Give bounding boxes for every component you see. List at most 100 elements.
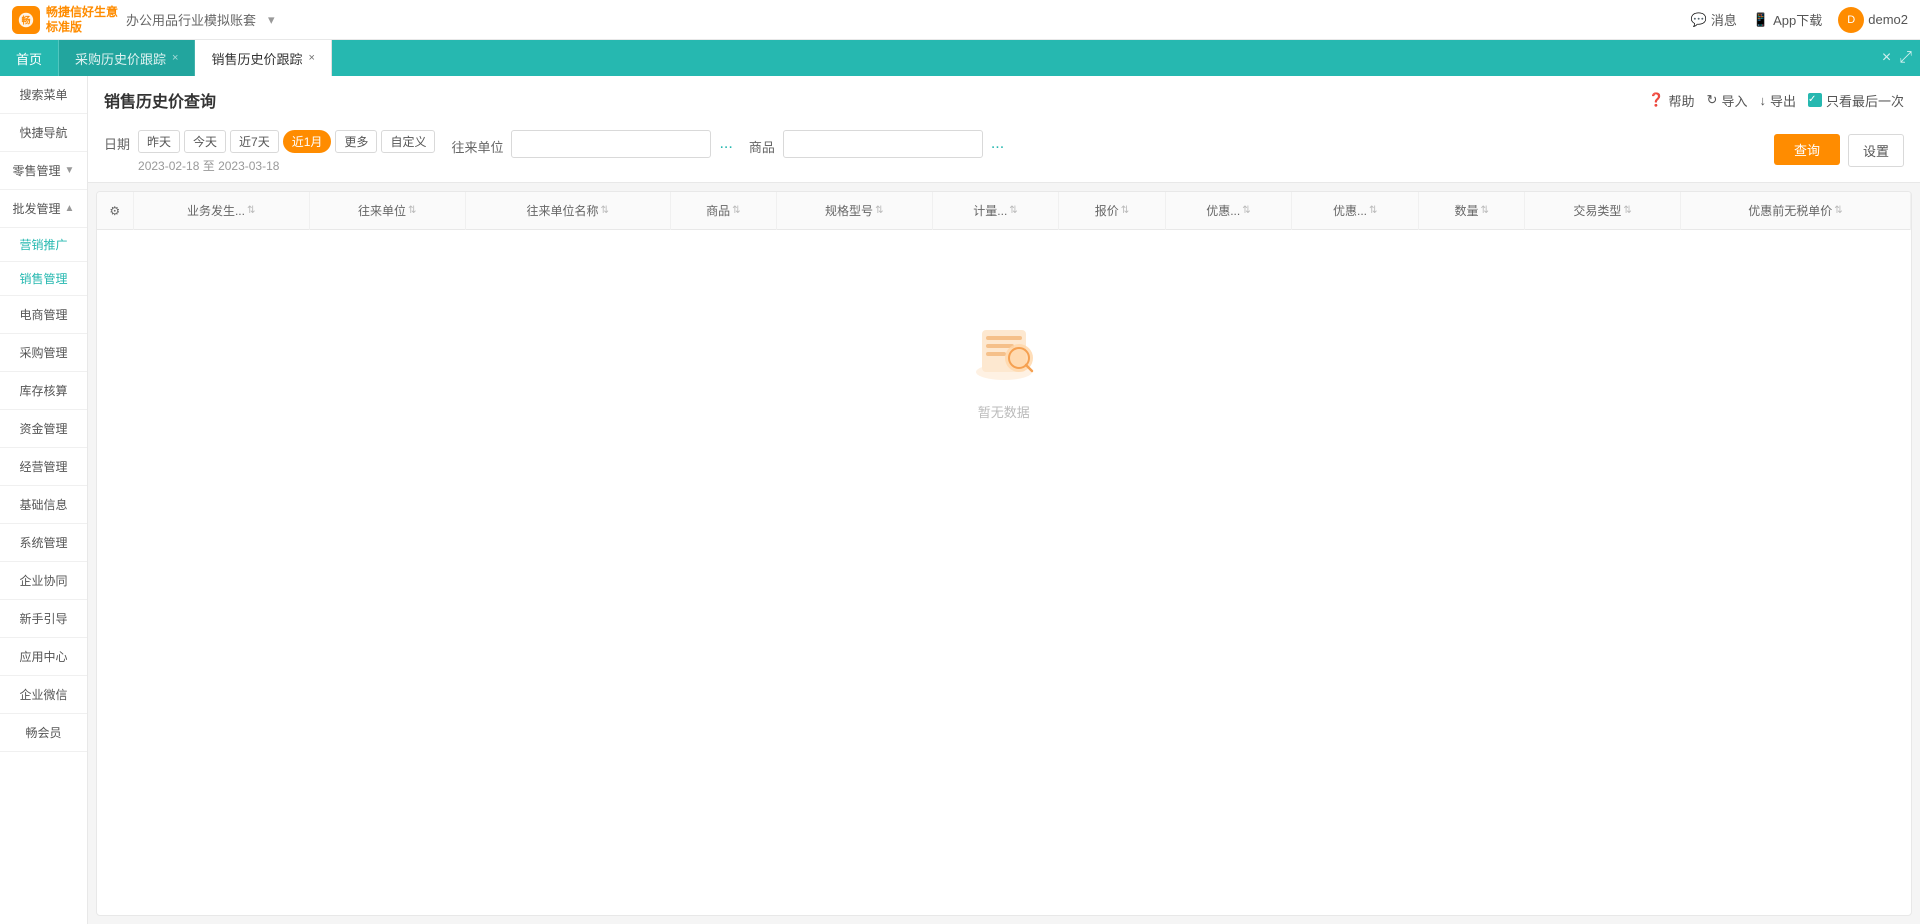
logo-icon: 畅: [12, 6, 40, 34]
sidebar-item-new-guide[interactable]: 新手引导: [0, 600, 87, 638]
th-quote[interactable]: 报价 ⇅: [1059, 192, 1165, 230]
th-unit[interactable]: 计量... ⇅: [932, 192, 1059, 230]
tab-close-sales[interactable]: ×: [308, 52, 314, 64]
tab-close-all-icon[interactable]: ×: [1882, 49, 1891, 67]
goods-filter-group: 商品 ...: [749, 130, 1004, 158]
date-1month[interactable]: 近1月: [283, 130, 332, 153]
date-buttons: 昨天 今天 近7天 近1月 更多 自定义: [138, 130, 435, 153]
sort-icon-discount1: ⇅: [1242, 205, 1250, 216]
tab-sales-history[interactable]: 销售历史价跟踪 ×: [195, 40, 331, 76]
tab-close-purchase[interactable]: ×: [172, 52, 178, 64]
sort-icon-biz-date: ⇅: [247, 205, 255, 216]
empty-row: 暂无数据: [97, 230, 1911, 502]
app-download-button[interactable]: 📱 App下载: [1753, 10, 1822, 29]
partner-label: 往来单位: [451, 133, 503, 156]
user-menu[interactable]: D demo2: [1838, 7, 1908, 33]
sidebar-item-member[interactable]: 畅会员: [0, 714, 87, 752]
top-bar-right: 💬 消息 📱 App下载 D demo2: [1691, 7, 1908, 33]
sidebar-item-ecommerce[interactable]: 电商管理: [0, 296, 87, 334]
page-header: 销售历史价查询 ❓ 帮助 ↻ 导入 ↓ 导出 ✓: [88, 76, 1920, 183]
export-button[interactable]: ↓ 导出: [1759, 91, 1796, 110]
only-last-toggle[interactable]: ✓ 只看最后一次: [1808, 91, 1904, 110]
partner-input[interactable]: [511, 130, 711, 158]
sidebar: 搜索菜单 快捷导航 零售管理 ▼ 批发管理 ▲ 营销推广 销售管理 电商管理 采…: [0, 76, 88, 924]
settings-button[interactable]: 设置: [1848, 134, 1904, 167]
search-menu-label: 搜索菜单: [19, 86, 67, 103]
th-partner-name[interactable]: 往来单位名称 ⇅: [465, 192, 670, 230]
app-title: 办公用品行业模拟账套: [126, 10, 256, 29]
th-partner[interactable]: 往来单位 ⇅: [309, 192, 465, 230]
th-gear[interactable]: ⚙: [97, 192, 133, 230]
sidebar-item-wholesale-mgmt[interactable]: 批发管理 ▲: [0, 190, 87, 228]
date-custom[interactable]: 自定义: [381, 130, 435, 153]
th-goods[interactable]: 商品 ⇅: [670, 192, 776, 230]
dropdown-icon[interactable]: ▾: [268, 12, 275, 28]
retail-arrow-icon: ▼: [65, 165, 75, 176]
sort-icon-trade-type: ⇅: [1623, 205, 1631, 216]
tab-bar: 首页 采购历史价跟踪 × 销售历史价跟踪 × × ⤢: [0, 40, 1920, 76]
sidebar-item-retail-mgmt[interactable]: 零售管理 ▼: [0, 152, 87, 190]
date-range-text: 2023-02-18 至 2023-03-18: [138, 157, 435, 174]
tab-bar-actions: × ⤢: [1882, 40, 1920, 76]
sort-icon-partner-name: ⇅: [600, 205, 608, 216]
date-today[interactable]: 今天: [184, 130, 226, 153]
sidebar-item-finance[interactable]: 资金管理: [0, 410, 87, 448]
import-button[interactable]: ↻ 导入: [1707, 91, 1748, 110]
message-button[interactable]: 💬 消息: [1691, 10, 1737, 29]
th-discount1[interactable]: 优惠... ⇅: [1165, 192, 1292, 230]
table-body: 暂无数据: [97, 230, 1911, 502]
sidebar-item-purchase-mgmt[interactable]: 采购管理: [0, 334, 87, 372]
top-bar: 畅 畅捷信好生意 标准版 办公用品行业模拟账套 ▾ 💬 消息 📱 App下载 D…: [0, 0, 1920, 40]
sidebar-item-system-mgmt[interactable]: 系统管理: [0, 524, 87, 562]
help-icon: ❓: [1648, 92, 1664, 108]
page-actions: ❓ 帮助 ↻ 导入 ↓ 导出 ✓ 只看最后一次: [1648, 91, 1904, 110]
th-biz-date[interactable]: 业务发生... ⇅: [133, 192, 309, 230]
empty-text: 暂无数据: [978, 402, 1030, 421]
sidebar-item-enterprise-coop[interactable]: 企业协同: [0, 562, 87, 600]
date-more[interactable]: 更多: [335, 130, 377, 153]
sort-icon-goods: ⇅: [732, 205, 740, 216]
sidebar-item-basic-info[interactable]: 基础信息: [0, 486, 87, 524]
sort-icon-spec: ⇅: [875, 205, 883, 216]
table-header-row: ⚙ 业务发生... ⇅ 往来单位 ⇅: [97, 192, 1911, 230]
th-discount2[interactable]: 优惠... ⇅: [1292, 192, 1419, 230]
sidebar-item-inventory[interactable]: 库存核算: [0, 372, 87, 410]
sidebar-item-enterprise-wechat[interactable]: 企业微信: [0, 676, 87, 714]
sidebar-item-search-menu[interactable]: 搜索菜单: [0, 76, 87, 114]
export-icon: ↓: [1759, 93, 1766, 108]
goods-input[interactable]: [783, 130, 983, 158]
data-table: ⚙ 业务发生... ⇅ 往来单位 ⇅: [97, 192, 1911, 501]
content-area: 销售历史价查询 ❓ 帮助 ↻ 导入 ↓ 导出 ✓: [88, 76, 1920, 924]
query-button[interactable]: 查询: [1774, 134, 1840, 165]
th-spec[interactable]: 规格型号 ⇅: [776, 192, 932, 230]
wholesale-mgmt-label: 批发管理: [13, 200, 61, 217]
sidebar-item-app-center[interactable]: 应用中心: [0, 638, 87, 676]
th-trade-type[interactable]: 交易类型 ⇅: [1525, 192, 1681, 230]
sidebar-item-marketing[interactable]: 营销推广: [0, 228, 87, 262]
tab-home[interactable]: 首页: [0, 40, 59, 76]
quick-nav-label: 快捷导航: [19, 124, 67, 141]
date-label: 日期: [104, 130, 130, 153]
date-options: 昨天 今天 近7天 近1月 更多 自定义 2023-02-18 至 2023-0…: [138, 130, 435, 174]
sidebar-item-sales-mgmt[interactable]: 销售管理: [0, 262, 87, 296]
action-buttons: 查询 设置: [1774, 130, 1904, 167]
tab-purchase-history[interactable]: 采购历史价跟踪 ×: [59, 40, 195, 76]
tab-expand-icon[interactable]: ⤢: [1899, 49, 1912, 67]
th-pre-tax-price[interactable]: 优惠前无税单价 ⇅: [1680, 192, 1910, 230]
empty-icon: [964, 310, 1044, 390]
sidebar-item-operations[interactable]: 经营管理: [0, 448, 87, 486]
partner-filter-group: 往来单位 ...: [451, 130, 732, 158]
main-layout: 搜索菜单 快捷导航 零售管理 ▼ 批发管理 ▲ 营销推广 销售管理 电商管理 采…: [0, 76, 1920, 924]
date-yesterday[interactable]: 昨天: [138, 130, 180, 153]
help-button[interactable]: ❓ 帮助: [1648, 91, 1694, 110]
th-quantity[interactable]: 数量 ⇅: [1419, 192, 1525, 230]
sort-icon-partner: ⇅: [408, 205, 416, 216]
download-icon: 📱: [1753, 12, 1769, 28]
date-7days[interactable]: 近7天: [230, 130, 279, 153]
partner-dots[interactable]: ...: [719, 135, 732, 153]
retail-mgmt-label: 零售管理: [13, 162, 61, 179]
svg-text:畅: 畅: [21, 14, 30, 25]
goods-dots[interactable]: ...: [991, 135, 1004, 153]
date-filter-group: 日期 昨天 今天 近7天 近1月 更多 自定义 2023-02-18 至 202…: [104, 130, 435, 174]
sidebar-item-quick-nav[interactable]: 快捷导航: [0, 114, 87, 152]
